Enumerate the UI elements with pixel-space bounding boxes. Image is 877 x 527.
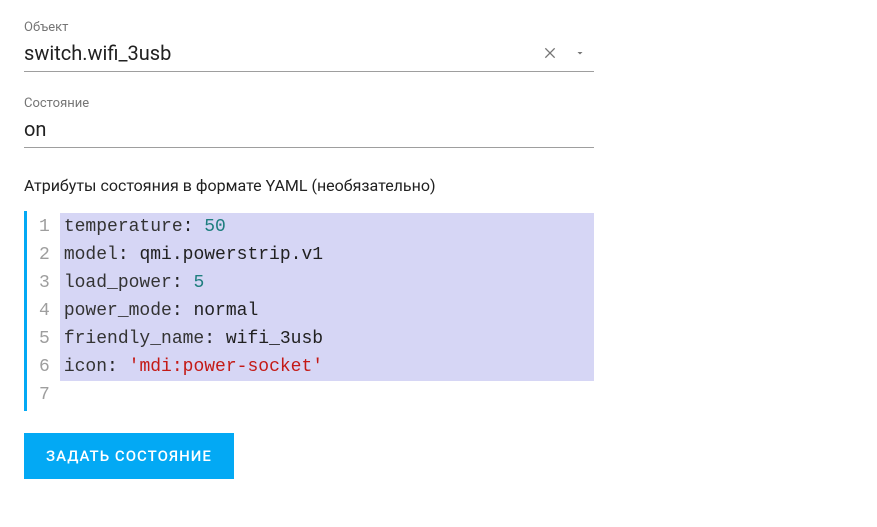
- entity-input-row: [24, 39, 594, 72]
- code-line: [60, 381, 594, 409]
- line-number: 6: [37, 353, 52, 381]
- line-number: 2: [37, 241, 52, 269]
- line-number: 3: [37, 269, 52, 297]
- yaml-editor[interactable]: 1234567 temperature: 50model: qmi.powers…: [24, 211, 594, 411]
- entity-input[interactable]: [24, 41, 534, 65]
- dropdown-icon[interactable]: [566, 43, 594, 63]
- state-field-group: Состояние: [24, 96, 853, 148]
- line-number: 1: [37, 213, 52, 241]
- line-number: 5: [37, 325, 52, 353]
- entity-field-group: Объект: [24, 20, 853, 72]
- entity-label: Объект: [24, 20, 853, 35]
- line-number: 7: [37, 381, 52, 409]
- set-state-button[interactable]: ЗАДАТЬ СОСТОЯНИЕ: [24, 433, 234, 479]
- code-line: load_power: 5: [60, 269, 594, 297]
- attributes-label: Атрибуты состояния в формате YAML (необя…: [24, 176, 853, 195]
- line-gutter: 1234567: [27, 211, 60, 411]
- code-line: friendly_name: wifi_3usb: [60, 325, 594, 353]
- code-line: temperature: 50: [60, 213, 594, 241]
- state-label: Состояние: [24, 96, 853, 111]
- state-input[interactable]: [24, 117, 594, 141]
- clear-icon[interactable]: [534, 41, 566, 65]
- code-content[interactable]: temperature: 50model: qmi.powerstrip.v1l…: [60, 211, 594, 411]
- code-line: icon: 'mdi:power-socket': [60, 353, 594, 381]
- line-number: 4: [37, 297, 52, 325]
- code-line: power_mode: normal: [60, 297, 594, 325]
- code-line: model: qmi.powerstrip.v1: [60, 241, 594, 269]
- state-input-row: [24, 115, 594, 148]
